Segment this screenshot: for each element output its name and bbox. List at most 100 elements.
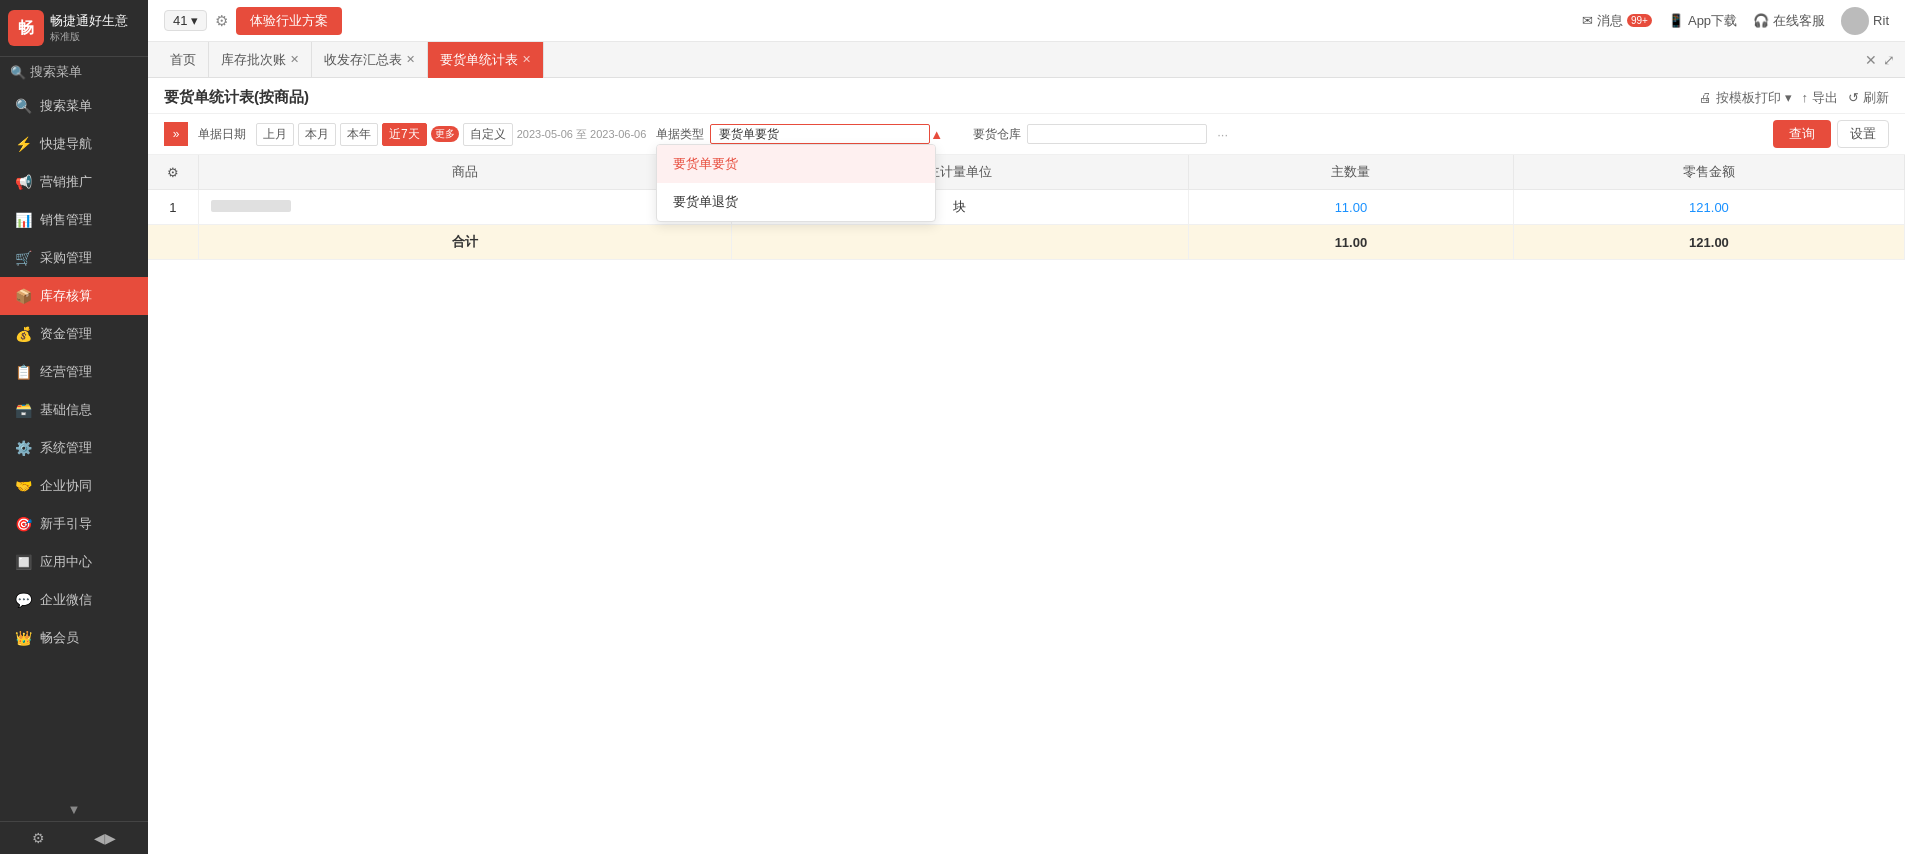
service-icon: 🎧 — [1753, 13, 1769, 28]
shortcut-icon: ⚡ — [14, 136, 32, 152]
export-button[interactable]: ↑ 导出 — [1802, 89, 1839, 107]
tab-首页[interactable]: 首页 — [158, 42, 209, 78]
row-quantity[interactable]: 11.00 — [1188, 190, 1513, 225]
sidebar-item-guide[interactable]: 🎯新手引导 — [0, 505, 148, 543]
sidebar-item-marketing[interactable]: 📢 营销推广 — [0, 163, 148, 201]
tab-要货单统计表[interactable]: 要货单统计表 ✕ — [428, 42, 544, 78]
type-dropdown-icon[interactable]: ▲ — [930, 127, 943, 142]
topbar-gear-icon[interactable]: ⚙ — [215, 12, 228, 30]
row-amount[interactable]: 121.00 — [1513, 190, 1904, 225]
export-icon: ↑ — [1802, 90, 1809, 105]
warehouse-input[interactable] — [1027, 124, 1207, 144]
sidebar: 畅 畅捷通好生意 标准版 🔍 搜索菜单 🔍搜索菜单⚡快捷导航📢营销推广📊销售管理… — [0, 0, 148, 854]
filter-actions: 查询 设置 — [1773, 120, 1889, 148]
sidebar-item-system[interactable]: ⚙️系统管理 — [0, 429, 148, 467]
app-icon: 📱 — [1668, 13, 1684, 28]
print-button[interactable]: 🖨 按模板打印 ▾ — [1699, 89, 1792, 107]
tab-expand-icon[interactable]: ⤢ — [1883, 52, 1895, 68]
sidebar-nav: 🔍搜索菜单 ⚡ 快捷导航 📢 营销推广 📊销售管理🛒采购管理📦库存核算💰资金管理📋经营管理… — [0, 87, 148, 798]
tab-close-icon[interactable]: ✕ — [406, 53, 415, 66]
sidebar-item-finance[interactable]: 💰资金管理 — [0, 315, 148, 353]
sidebar-item-label: 采购管理 — [40, 249, 92, 267]
total-row: 合计 11.00 121.00 — [148, 225, 1905, 260]
tab-label: 库存批次账 — [221, 51, 286, 69]
online-service-item[interactable]: 🎧 在线客服 — [1753, 12, 1825, 30]
tab-库存批次账[interactable]: 库存批次账 ✕ — [209, 42, 312, 78]
sidebar-item-search[interactable]: 🔍搜索菜单 — [0, 87, 148, 125]
tab-label: 要货单统计表 — [440, 51, 518, 69]
date-this-year[interactable]: 本年 — [340, 123, 378, 146]
sidebar-item-basic[interactable]: 🗃️基础信息 — [0, 391, 148, 429]
sidebar-item-shortcut[interactable]: ⚡ 快捷导航 — [0, 125, 148, 163]
vip-icon: 👑 — [14, 630, 32, 646]
operations-icon: 📋 — [14, 364, 32, 380]
type-option-order[interactable]: 要货单要货 — [657, 145, 935, 183]
sidebar-item-label: 应用中心 — [40, 553, 92, 571]
tab-close-icon[interactable]: ✕ — [522, 53, 531, 66]
topbar-left: 41 ▾ ⚙ 体验行业方案 — [164, 7, 1570, 35]
page-header: 要货单统计表(按商品) 🖨 按模板打印 ▾ ↑ 导出 ↺ 刷新 — [148, 78, 1905, 113]
date-last-7-days[interactable]: 近7天 — [382, 123, 427, 146]
refresh-icon: ↺ — [1848, 90, 1859, 105]
sidebar-item-sales[interactable]: 📊销售管理 — [0, 201, 148, 239]
filter-settings-button[interactable]: 设置 — [1837, 120, 1889, 148]
date-prev-month[interactable]: 上月 — [256, 123, 294, 146]
refresh-button[interactable]: ↺ 刷新 — [1848, 89, 1889, 107]
tab-close-all-icon[interactable]: ✕ — [1865, 52, 1877, 68]
warehouse-more-icon[interactable]: ··· — [1217, 127, 1228, 142]
sidebar-item-wechat[interactable]: 💬企业微信 — [0, 581, 148, 619]
app-download-item[interactable]: 📱 App下载 — [1668, 12, 1737, 30]
col-quantity: 主数量 — [1188, 155, 1513, 190]
sidebar-item-label: 资金管理 — [40, 325, 92, 343]
table-header-row: ⚙ 商品 主计量单位 主数量 零售金额 — [148, 155, 1905, 190]
col-settings[interactable]: ⚙ — [148, 155, 198, 190]
tab-close-icon[interactable]: ✕ — [290, 53, 299, 66]
sidebar-search[interactable]: 🔍 搜索菜单 — [0, 57, 148, 87]
table-wrapper: ⚙ 商品 主计量单位 主数量 零售金额 1 块 11.00 121.00 — [148, 155, 1905, 854]
row-no: 1 — [148, 190, 198, 225]
warehouse-filter-group: 要货仓库 ··· — [973, 124, 1228, 144]
sidebar-scroll-down[interactable]: ▼ — [0, 798, 148, 821]
filter-expand-button[interactable]: » — [164, 122, 188, 146]
print-dropdown-icon[interactable]: ▾ — [1785, 90, 1792, 105]
sidebar-item-enterprise[interactable]: 🤝企业协同 — [0, 467, 148, 505]
filter-bar: » 单据日期 上月 本月 本年 近7天 更多 自定义 2023-05-06 至 … — [148, 113, 1905, 155]
message-item[interactable]: ✉ 消息 99+ — [1582, 12, 1652, 30]
page-title: 要货单统计表(按商品) — [164, 88, 309, 107]
sidebar-item-appstore[interactable]: 🔲应用中心 — [0, 543, 148, 581]
settings-icon[interactable]: ⚙ — [32, 830, 45, 846]
tab-收发存汇总表[interactable]: 收发存汇总表✕ — [312, 42, 428, 78]
trial-button[interactable]: 体验行业方案 — [236, 7, 342, 35]
page-actions: 🖨 按模板打印 ▾ ↑ 导出 ↺ 刷新 — [1699, 89, 1890, 107]
tab-count-dropdown-icon[interactable]: ▾ — [191, 13, 198, 28]
date-this-month[interactable]: 本月 — [298, 123, 336, 146]
sidebar-item-label: 企业协同 — [40, 477, 92, 495]
content-area: 要货单统计表(按商品) 🖨 按模板打印 ▾ ↑ 导出 ↺ 刷新 » — [148, 78, 1905, 854]
date-custom[interactable]: 自定义 — [463, 123, 513, 146]
user-avatar-item[interactable]: Rit — [1841, 7, 1889, 35]
main-table: ⚙ 商品 主计量单位 主数量 零售金额 1 块 11.00 121.00 — [148, 155, 1905, 260]
system-icon: ⚙️ — [14, 440, 32, 456]
sidebar-item-inventory[interactable]: 📦库存核算 — [0, 277, 148, 315]
sidebar-item-operations[interactable]: 📋经营管理 — [0, 353, 148, 391]
type-option-return[interactable]: 要货单退货 — [657, 183, 935, 221]
type-input[interactable] — [710, 124, 930, 144]
sidebar-item-purchase[interactable]: 🛒采购管理 — [0, 239, 148, 277]
collapse-icon[interactable]: ◀▶ — [94, 830, 116, 846]
sidebar-item-label: 营销推广 — [40, 173, 92, 191]
user-name: Rit — [1873, 13, 1889, 28]
type-dropdown: 要货单要货 要货单退货 — [656, 144, 936, 222]
total-quantity: 11.00 — [1188, 225, 1513, 260]
app-logo: 畅 — [8, 10, 44, 46]
marketing-icon: 📢 — [14, 174, 32, 190]
warehouse-label: 要货仓库 — [973, 126, 1021, 143]
sidebar-item-vip[interactable]: 👑畅会员 — [0, 619, 148, 657]
sidebar-item-label: 快捷导航 — [40, 135, 92, 153]
sidebar-item-label: 基础信息 — [40, 401, 92, 419]
query-button[interactable]: 查询 — [1773, 120, 1831, 148]
sidebar-item-label: 销售管理 — [40, 211, 92, 229]
topbar-right: ✉ 消息 99+ 📱 App下载 🎧 在线客服 Rit — [1582, 7, 1889, 35]
tab-count-box: 41 ▾ — [164, 10, 207, 31]
col-amount: 零售金额 — [1513, 155, 1904, 190]
row-product — [198, 190, 731, 225]
